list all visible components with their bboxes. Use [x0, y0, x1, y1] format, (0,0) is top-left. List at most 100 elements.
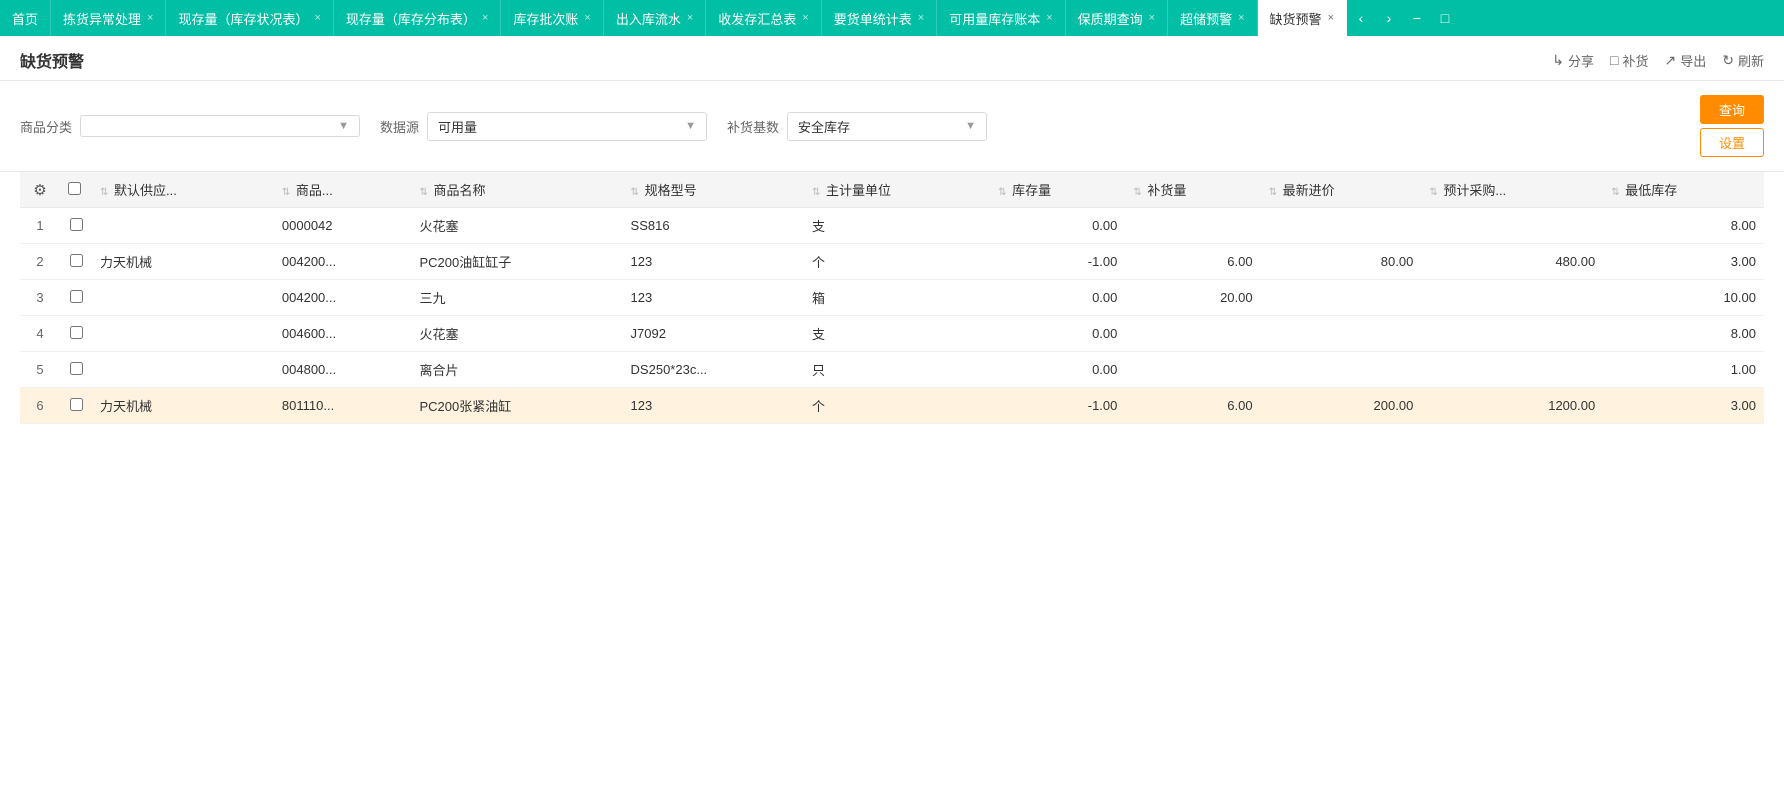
replenish-button[interactable]: □ 补货 — [1610, 51, 1648, 70]
category-select[interactable]: ▼ — [80, 115, 360, 137]
tab-requisition[interactable]: 要货单统计表 × — [822, 0, 937, 36]
row-estimated-purchase — [1421, 208, 1603, 244]
refresh-button[interactable]: ↻ 刷新 — [1722, 51, 1764, 70]
tab-summary[interactable]: 收发存汇总表 × — [706, 0, 821, 36]
share-icon: ↳ — [1552, 52, 1564, 69]
row-product-name: PC200油缸缸子 — [411, 244, 622, 280]
row-checkbox[interactable] — [60, 244, 92, 280]
datasource-filter-group: 数据源 可用量 ▼ — [380, 112, 707, 141]
row-spec: 123 — [623, 244, 804, 280]
datasource-label: 数据源 — [380, 117, 419, 136]
tab-minimize[interactable]: − — [1403, 0, 1431, 36]
row-product-code: 004600... — [274, 316, 412, 352]
share-button[interactable]: ↳ 分享 — [1552, 51, 1594, 70]
select-all-checkbox[interactable] — [68, 182, 81, 195]
row-stock: 0.00 — [990, 280, 1125, 316]
table-row: 3 004200... 三九 123 箱 0.00 20.00 10.00 — [20, 280, 1764, 316]
chevron-down-icon: ▼ — [965, 120, 976, 132]
sort-icon: ⇅ — [419, 187, 427, 198]
row-product-name: 离合片 — [411, 352, 622, 388]
close-icon[interactable]: × — [1238, 12, 1244, 24]
row-unit: 支 — [804, 208, 990, 244]
replenish-basis-value: 安全库存 — [798, 117, 850, 136]
tab-stock-dist[interactable]: 现存量（库存分布表） × — [334, 0, 501, 36]
settings-button[interactable]: 设置 — [1700, 128, 1764, 157]
row-checkbox[interactable] — [60, 388, 92, 424]
row-num: 5 — [20, 352, 60, 388]
row-replenish: 20.00 — [1125, 280, 1260, 316]
close-icon[interactable]: × — [1046, 12, 1052, 24]
page-content: 缺货预警 ↳ 分享 □ 补货 ↗ 导出 ↻ 刷新 商品分类 — [0, 36, 1784, 796]
row-spec: SS816 — [623, 208, 804, 244]
close-icon[interactable]: × — [1328, 12, 1334, 24]
row-unit: 箱 — [804, 280, 990, 316]
datasource-value: 可用量 — [438, 117, 477, 136]
table-header-row: ⚙ ⇅ 默认供应... ⇅ 商品... ⇅ 商品名称 — [20, 172, 1764, 208]
row-min-stock: 3.00 — [1603, 388, 1764, 424]
row-checkbox[interactable] — [60, 352, 92, 388]
row-replenish — [1125, 352, 1260, 388]
sort-icon: ⇅ — [1269, 187, 1277, 198]
row-estimated-purchase — [1421, 280, 1603, 316]
row-num: 4 — [20, 316, 60, 352]
tab-stock-status[interactable]: 现存量（库存状况表） × — [166, 0, 333, 36]
sort-icon: ⇅ — [631, 187, 639, 198]
close-icon[interactable]: × — [584, 12, 590, 24]
th-checkbox — [60, 172, 92, 208]
tab-scroll-right[interactable]: › — [1375, 0, 1403, 36]
row-supplier: 力天机械 — [92, 244, 274, 280]
row-spec: DS250*23c... — [623, 352, 804, 388]
tab-available[interactable]: 可用量库存账本 × — [937, 0, 1065, 36]
row-replenish: 6.00 — [1125, 244, 1260, 280]
row-unit: 只 — [804, 352, 990, 388]
tab-inout[interactable]: 出入库流水 × — [604, 0, 706, 36]
close-icon[interactable]: × — [802, 12, 808, 24]
row-min-stock: 10.00 — [1603, 280, 1764, 316]
query-button[interactable]: 查询 — [1700, 95, 1764, 124]
close-icon[interactable]: × — [314, 12, 320, 24]
row-spec: 123 — [623, 388, 804, 424]
row-checkbox[interactable] — [60, 280, 92, 316]
row-latest-price: 80.00 — [1261, 244, 1422, 280]
row-num: 6 — [20, 388, 60, 424]
export-button[interactable]: ↗ 导出 — [1665, 51, 1707, 70]
th-gear: ⚙ — [20, 172, 60, 208]
row-supplier: 力天机械 — [92, 388, 274, 424]
row-unit: 个 — [804, 244, 990, 280]
row-replenish — [1125, 316, 1260, 352]
tab-picking[interactable]: 拣货异常处理 × — [51, 0, 166, 36]
tab-shortage[interactable]: 缺货预警 × — [1258, 0, 1347, 36]
row-checkbox[interactable] — [60, 316, 92, 352]
tab-home[interactable]: 首页 — [0, 0, 51, 36]
replenish-basis-select[interactable]: 安全库存 ▼ — [787, 112, 987, 141]
sort-icon: ⇅ — [100, 187, 108, 198]
close-icon[interactable]: × — [1149, 12, 1155, 24]
close-icon[interactable]: × — [482, 12, 488, 24]
tab-expiry[interactable]: 保质期查询 × — [1066, 0, 1168, 36]
close-icon[interactable]: × — [687, 12, 693, 24]
row-product-code: 004200... — [274, 280, 412, 316]
table-row: 6 力天机械 801110... PC200张紧油缸 123 个 -1.00 6… — [20, 388, 1764, 424]
tab-overstock[interactable]: 超储预警 × — [1168, 0, 1257, 36]
table-row: 4 004600... 火花塞 J7092 支 0.00 8.00 — [20, 316, 1764, 352]
sort-icon: ⇅ — [1611, 187, 1619, 198]
page-title: 缺货预警 — [20, 48, 84, 72]
row-estimated-purchase: 480.00 — [1421, 244, 1603, 280]
tab-batch[interactable]: 库存批次账 × — [501, 0, 603, 36]
gear-icon[interactable]: ⚙ — [33, 182, 46, 199]
row-stock: -1.00 — [990, 244, 1125, 280]
row-unit: 支 — [804, 316, 990, 352]
row-latest-price — [1261, 280, 1422, 316]
datasource-select[interactable]: 可用量 ▼ — [427, 112, 707, 141]
tab-scroll-left[interactable]: ‹ — [1347, 0, 1375, 36]
row-checkbox[interactable] — [60, 208, 92, 244]
sort-icon: ⇅ — [282, 187, 290, 198]
row-stock: -1.00 — [990, 388, 1125, 424]
row-product-code: 004800... — [274, 352, 412, 388]
tab-maximize[interactable]: □ — [1431, 0, 1459, 36]
close-icon[interactable]: × — [147, 12, 153, 24]
th-latest-price: ⇅ 最新进价 — [1261, 172, 1422, 208]
row-product-code: 004200... — [274, 244, 412, 280]
close-icon[interactable]: × — [918, 12, 924, 24]
sort-icon: ⇅ — [1429, 187, 1437, 198]
